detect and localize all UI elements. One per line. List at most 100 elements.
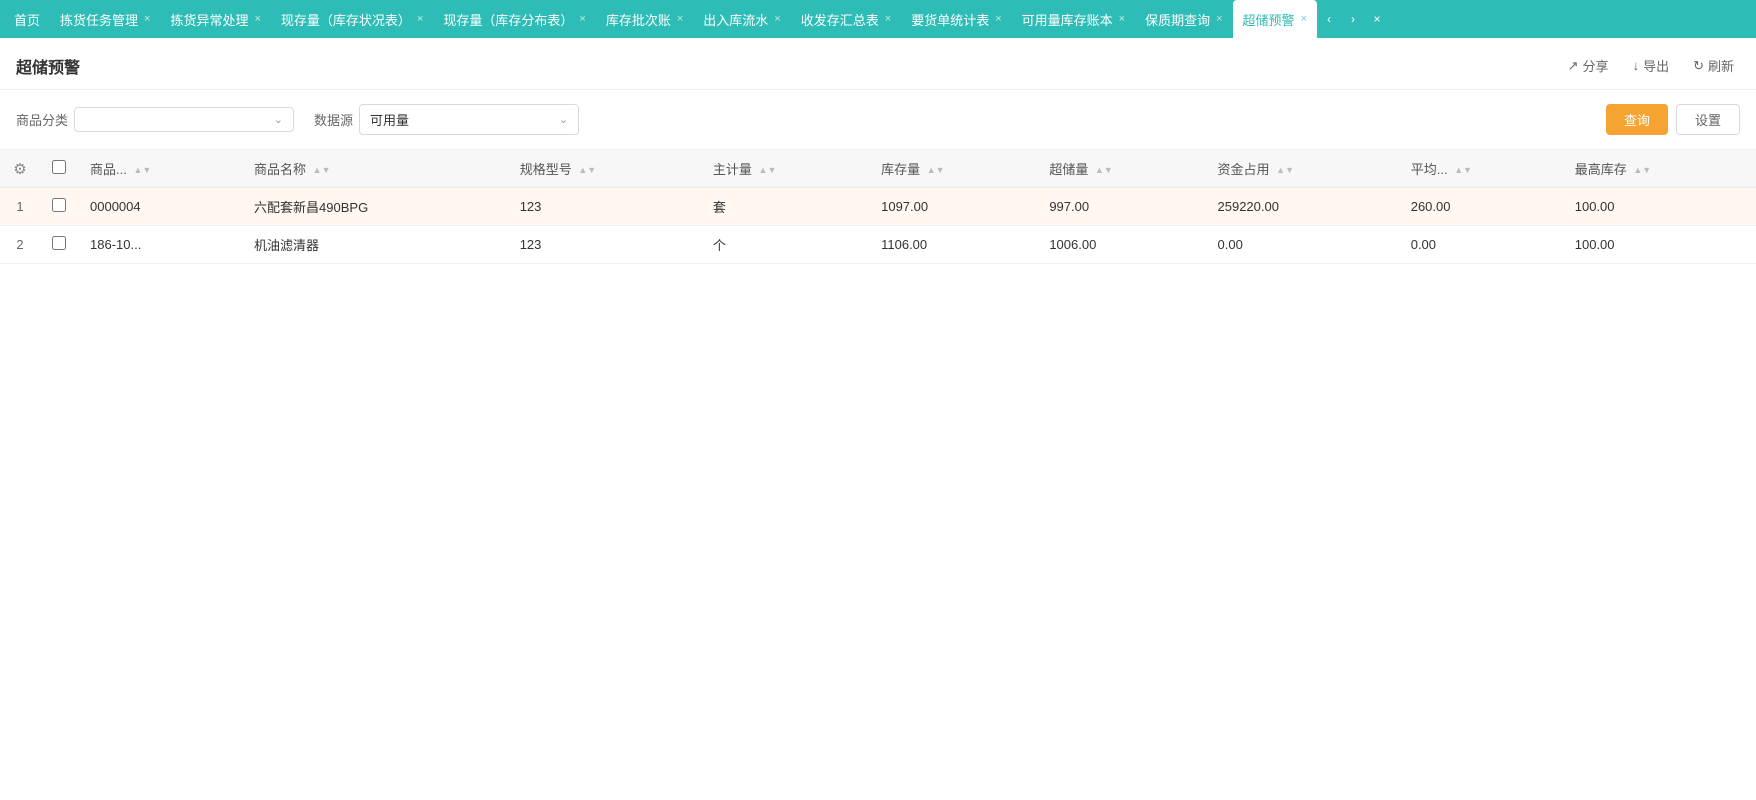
close-available-icon[interactable]: × bbox=[1119, 13, 1125, 25]
th-max-stock[interactable]: 最高库存 ▲▼ bbox=[1563, 150, 1756, 188]
nav-item-collect[interactable]: 收发存汇总表 × bbox=[791, 0, 901, 38]
datasource-filter: 数据源 可用量 ⌄ bbox=[314, 104, 579, 135]
th-capital[interactable]: 资金占用 ▲▼ bbox=[1206, 150, 1399, 188]
sort-unit-icon: ▲▼ bbox=[759, 166, 777, 175]
th-settings: ⚙ bbox=[0, 150, 40, 188]
nav-item-in-out[interactable]: 出入库流水 × bbox=[693, 0, 790, 38]
nav-item-batch-label: 库存批次账 bbox=[606, 10, 671, 29]
settings-button[interactable]: 设置 bbox=[1676, 104, 1740, 135]
nav-item-stock-dist[interactable]: 现存量（库存分布表） × bbox=[433, 0, 595, 38]
row-code: 186-10... bbox=[78, 226, 242, 264]
close-abnormal-icon[interactable]: × bbox=[254, 13, 260, 25]
row-overstock: 1006.00 bbox=[1037, 226, 1205, 264]
filter-actions: 查询 设置 bbox=[1606, 104, 1740, 135]
row-stock: 1106.00 bbox=[869, 226, 1037, 264]
th-overstock-label: 超储量 bbox=[1049, 162, 1088, 177]
select-all-checkbox[interactable] bbox=[52, 160, 66, 174]
row-checkbox-cell bbox=[40, 226, 78, 264]
datasource-label: 数据源 bbox=[314, 110, 353, 129]
nav-item-home[interactable]: 首页 bbox=[4, 0, 50, 38]
close-stock-status-icon[interactable]: × bbox=[417, 13, 423, 25]
th-unit-label: 主计量 bbox=[713, 162, 752, 177]
th-stock[interactable]: 库存量 ▲▼ bbox=[869, 150, 1037, 188]
th-max-stock-label: 最高库存 bbox=[1575, 162, 1627, 177]
close-overstock-icon[interactable]: × bbox=[1301, 13, 1307, 25]
category-select[interactable]: ⌄ bbox=[74, 107, 294, 132]
category-filter: 商品分类 ⌄ bbox=[16, 107, 294, 132]
datasource-value: 可用量 bbox=[370, 110, 409, 129]
th-spec[interactable]: 规格型号 ▲▼ bbox=[508, 150, 701, 188]
th-product-name[interactable]: 商品名称 ▲▼ bbox=[242, 150, 508, 188]
row-avg: 260.00 bbox=[1399, 188, 1563, 226]
close-batch-icon[interactable]: × bbox=[677, 13, 683, 25]
row-capital: 0.00 bbox=[1206, 226, 1399, 264]
row-name: 机油滤清器 bbox=[242, 226, 508, 264]
main-content: 超储预警 ↗ 分享 ↓ 导出 ↻ 刷新 商品分类 ⌄ 数据源 bbox=[0, 38, 1756, 800]
datasource-select[interactable]: 可用量 ⌄ bbox=[359, 104, 579, 135]
close-in-out-icon[interactable]: × bbox=[774, 13, 780, 25]
datasource-arrow-icon: ⌄ bbox=[559, 113, 568, 126]
top-nav: 首页 拣货任务管理 × 拣货异常处理 × 现存量（库存状况表） × 现存量（库存… bbox=[0, 0, 1756, 38]
table-row: 2 186-10... 机油滤清器 123 个 1106.00 1006.00 … bbox=[0, 226, 1756, 264]
close-order-stat-icon[interactable]: × bbox=[995, 13, 1001, 25]
share-button[interactable]: ↗ 分享 bbox=[1562, 52, 1615, 79]
nav-item-in-out-label: 出入库流水 bbox=[703, 10, 768, 29]
export-button[interactable]: ↓ 导出 bbox=[1627, 52, 1676, 79]
th-avg[interactable]: 平均... ▲▼ bbox=[1399, 150, 1563, 188]
header-actions: ↗ 分享 ↓ 导出 ↻ 刷新 bbox=[1562, 52, 1740, 79]
nav-item-overstock[interactable]: 超储预警 × bbox=[1233, 0, 1317, 38]
nav-item-order-stat-label: 要货单统计表 bbox=[911, 10, 989, 29]
nav-item-abnormal-label: 拣货异常处理 bbox=[170, 10, 248, 29]
th-product-code[interactable]: 商品... ▲▼ bbox=[78, 150, 242, 188]
category-label: 商品分类 bbox=[16, 110, 68, 129]
gear-icon[interactable]: ⚙ bbox=[13, 160, 26, 178]
nav-item-overstock-label: 超储预警 bbox=[1243, 10, 1295, 29]
nav-item-task-mgmt[interactable]: 拣货任务管理 × bbox=[50, 0, 160, 38]
nav-item-expiry[interactable]: 保质期查询 × bbox=[1135, 0, 1232, 38]
share-icon: ↗ bbox=[1568, 58, 1579, 74]
row-capital: 259220.00 bbox=[1206, 188, 1399, 226]
th-checkbox bbox=[40, 150, 78, 188]
refresh-label: 刷新 bbox=[1708, 56, 1734, 75]
th-product-code-label: 商品... bbox=[90, 162, 127, 177]
nav-item-stock-status[interactable]: 现存量（库存状况表） × bbox=[271, 0, 433, 38]
row-checkbox[interactable] bbox=[52, 198, 66, 212]
close-stock-dist-icon[interactable]: × bbox=[579, 13, 585, 25]
row-name: 六配套新昌490BPG bbox=[242, 188, 508, 226]
row-max-stock: 100.00 bbox=[1563, 226, 1756, 264]
refresh-button[interactable]: ↻ 刷新 bbox=[1687, 52, 1740, 79]
nav-item-home-label: 首页 bbox=[14, 10, 40, 29]
th-spec-label: 规格型号 bbox=[520, 162, 572, 177]
share-label: 分享 bbox=[1583, 56, 1609, 75]
table-row: 1 0000004 六配套新昌490BPG 123 套 1097.00 997.… bbox=[0, 188, 1756, 226]
row-index: 1 bbox=[0, 188, 40, 226]
close-task-mgmt-icon[interactable]: × bbox=[144, 13, 150, 25]
sort-avg-icon: ▲▼ bbox=[1454, 166, 1472, 175]
th-avg-label: 平均... bbox=[1411, 162, 1448, 177]
th-overstock[interactable]: 超储量 ▲▼ bbox=[1037, 150, 1205, 188]
sort-product-name-icon: ▲▼ bbox=[313, 166, 331, 175]
export-label: 导出 bbox=[1643, 56, 1669, 75]
nav-more-arrow[interactable]: × bbox=[1365, 0, 1389, 38]
nav-item-abnormal[interactable]: 拣货异常处理 × bbox=[160, 0, 270, 38]
row-checkbox[interactable] bbox=[52, 236, 66, 250]
th-unit[interactable]: 主计量 ▲▼ bbox=[701, 150, 869, 188]
nav-item-available[interactable]: 可用量库存账本 × bbox=[1012, 0, 1135, 38]
nav-item-order-stat[interactable]: 要货单统计表 × bbox=[901, 0, 1011, 38]
close-expiry-icon[interactable]: × bbox=[1216, 13, 1222, 25]
table-body: 1 0000004 六配套新昌490BPG 123 套 1097.00 997.… bbox=[0, 188, 1756, 264]
th-capital-label: 资金占用 bbox=[1218, 162, 1270, 177]
row-unit: 套 bbox=[701, 188, 869, 226]
sort-max-stock-icon: ▲▼ bbox=[1633, 166, 1651, 175]
query-button[interactable]: 查询 bbox=[1606, 104, 1668, 135]
nav-item-batch[interactable]: 库存批次账 × bbox=[596, 0, 693, 38]
nav-item-collect-label: 收发存汇总表 bbox=[801, 10, 879, 29]
row-max-stock: 100.00 bbox=[1563, 188, 1756, 226]
row-index: 2 bbox=[0, 226, 40, 264]
page-header: 超储预警 ↗ 分享 ↓ 导出 ↻ 刷新 bbox=[0, 38, 1756, 90]
nav-left-arrow[interactable]: ‹ bbox=[1317, 0, 1341, 38]
nav-right-arrow[interactable]: › bbox=[1341, 0, 1365, 38]
close-collect-icon[interactable]: × bbox=[885, 13, 891, 25]
export-icon: ↓ bbox=[1633, 58, 1640, 73]
sort-overstock-icon: ▲▼ bbox=[1095, 166, 1113, 175]
